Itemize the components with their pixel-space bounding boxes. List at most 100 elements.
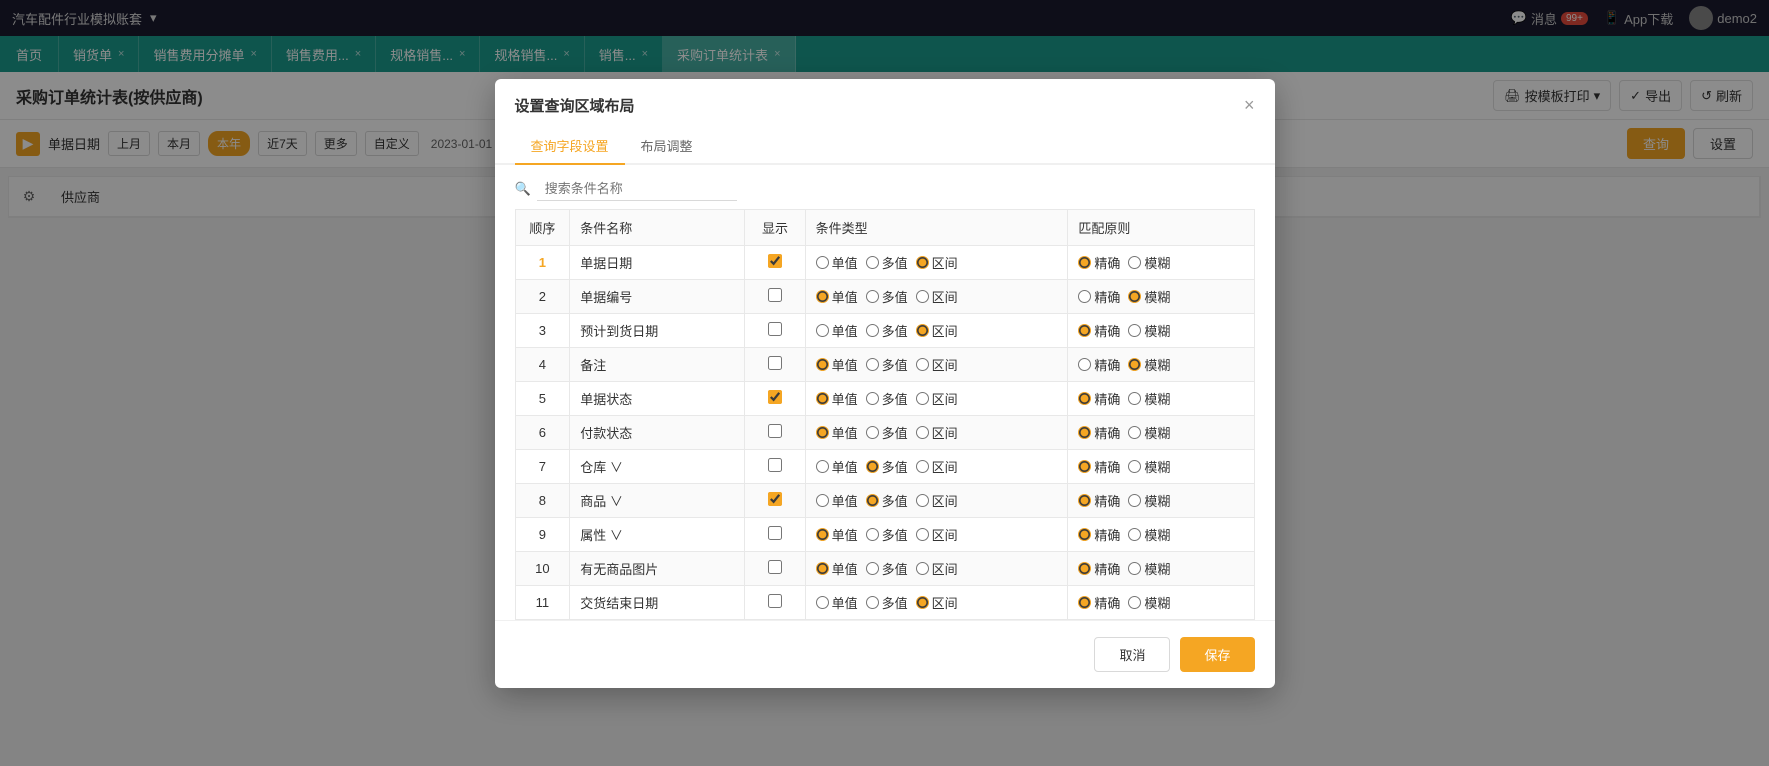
type-radio-区间[interactable]: 区间 xyxy=(916,491,958,510)
match-radio-模糊[interactable]: 模糊 xyxy=(1128,321,1170,340)
cell-match[interactable]: 精确模糊 xyxy=(1068,381,1254,415)
cell-type[interactable]: 单值多值区间 xyxy=(805,279,1068,313)
match-radio-模糊[interactable]: 模糊 xyxy=(1128,559,1170,578)
match-radio-模糊[interactable]: 模糊 xyxy=(1128,525,1170,544)
type-radio-单值[interactable]: 单值 xyxy=(816,321,858,340)
type-radio-区间[interactable]: 区间 xyxy=(916,423,958,442)
modal-tab-layout-adjust[interactable]: 布局调整 xyxy=(625,128,709,165)
cell-match[interactable]: 精确模糊 xyxy=(1068,347,1254,381)
cell-type[interactable]: 单值多值区间 xyxy=(805,551,1068,585)
cell-match[interactable]: 精确模糊 xyxy=(1068,483,1254,517)
save-button[interactable]: 保存 xyxy=(1180,637,1254,672)
cell-match[interactable]: 精确模糊 xyxy=(1068,449,1254,483)
cell-match[interactable]: 精确模糊 xyxy=(1068,415,1254,449)
type-radio-多值[interactable]: 多值 xyxy=(866,559,908,578)
match-radio-模糊[interactable]: 模糊 xyxy=(1128,287,1170,306)
type-radio-多值[interactable]: 多值 xyxy=(866,253,908,272)
match-radio-模糊[interactable]: 模糊 xyxy=(1128,355,1170,374)
type-radio-单值[interactable]: 单值 xyxy=(816,287,858,306)
type-radio-多值[interactable]: 多值 xyxy=(866,491,908,510)
cell-match[interactable]: 精确模糊 xyxy=(1068,245,1254,279)
cancel-button[interactable]: 取消 xyxy=(1094,637,1170,672)
type-radio-区间[interactable]: 区间 xyxy=(916,389,958,408)
match-radio-精确[interactable]: 精确 xyxy=(1078,593,1120,612)
cell-match[interactable]: 精确模糊 xyxy=(1068,585,1254,619)
cell-type[interactable]: 单值多值区间 xyxy=(805,347,1068,381)
type-radio-区间[interactable]: 区间 xyxy=(916,355,958,374)
match-radio-精确[interactable]: 精确 xyxy=(1078,525,1120,544)
match-radio-精确[interactable]: 精确 xyxy=(1078,321,1120,340)
type-radio-单值[interactable]: 单值 xyxy=(816,423,858,442)
cell-type[interactable]: 单值多值区间 xyxy=(805,313,1068,347)
type-radio-单值[interactable]: 单值 xyxy=(816,593,858,612)
cell-display[interactable] xyxy=(745,381,805,415)
cell-type[interactable]: 单值多值区间 xyxy=(805,415,1068,449)
match-radio-模糊[interactable]: 模糊 xyxy=(1128,423,1170,442)
type-radio-多值[interactable]: 多值 xyxy=(866,355,908,374)
match-radio-精确[interactable]: 精确 xyxy=(1078,287,1120,306)
match-radio-精确[interactable]: 精确 xyxy=(1078,491,1120,510)
type-radio-区间[interactable]: 区间 xyxy=(916,253,958,272)
cell-display[interactable] xyxy=(745,245,805,279)
cell-display[interactable] xyxy=(745,517,805,551)
display-checkbox-10[interactable] xyxy=(768,594,782,608)
display-checkbox-9[interactable] xyxy=(768,560,782,574)
type-radio-单值[interactable]: 单值 xyxy=(816,491,858,510)
type-radio-区间[interactable]: 区间 xyxy=(916,321,958,340)
modal-overlay[interactable]: 设置查询区域布局 × 查询字段设置 布局调整 🔍 顺序 条件名称 xyxy=(0,0,1769,766)
match-radio-精确[interactable]: 精确 xyxy=(1078,457,1120,476)
display-checkbox-5[interactable] xyxy=(768,424,782,438)
cell-display[interactable] xyxy=(745,483,805,517)
match-radio-精确[interactable]: 精确 xyxy=(1078,423,1120,442)
display-checkbox-1[interactable] xyxy=(768,288,782,302)
match-radio-模糊[interactable]: 模糊 xyxy=(1128,593,1170,612)
type-radio-单值[interactable]: 单值 xyxy=(816,559,858,578)
match-radio-模糊[interactable]: 模糊 xyxy=(1128,389,1170,408)
cell-display[interactable] xyxy=(745,551,805,585)
match-radio-模糊[interactable]: 模糊 xyxy=(1128,457,1170,476)
type-radio-多值[interactable]: 多值 xyxy=(866,525,908,544)
cell-match[interactable]: 精确模糊 xyxy=(1068,551,1254,585)
type-radio-区间[interactable]: 区间 xyxy=(916,593,958,612)
match-radio-模糊[interactable]: 模糊 xyxy=(1128,491,1170,510)
cell-display[interactable] xyxy=(745,415,805,449)
type-radio-单值[interactable]: 单值 xyxy=(816,253,858,272)
match-radio-精确[interactable]: 精确 xyxy=(1078,355,1120,374)
type-radio-单值[interactable]: 单值 xyxy=(816,525,858,544)
cell-type[interactable]: 单值多值区间 xyxy=(805,517,1068,551)
cell-display[interactable] xyxy=(745,279,805,313)
cell-match[interactable]: 精确模糊 xyxy=(1068,313,1254,347)
cell-type[interactable]: 单值多值区间 xyxy=(805,483,1068,517)
type-radio-区间[interactable]: 区间 xyxy=(916,287,958,306)
type-radio-单值[interactable]: 单值 xyxy=(816,355,858,374)
type-radio-多值[interactable]: 多值 xyxy=(866,321,908,340)
cell-display[interactable] xyxy=(745,585,805,619)
type-radio-区间[interactable]: 区间 xyxy=(916,559,958,578)
cell-match[interactable]: 精确模糊 xyxy=(1068,517,1254,551)
cell-display[interactable] xyxy=(745,313,805,347)
cell-display[interactable] xyxy=(745,347,805,381)
type-radio-区间[interactable]: 区间 xyxy=(916,457,958,476)
display-checkbox-4[interactable] xyxy=(768,390,782,404)
match-radio-精确[interactable]: 精确 xyxy=(1078,389,1120,408)
modal-tab-field-settings[interactable]: 查询字段设置 xyxy=(515,128,625,165)
type-radio-单值[interactable]: 单值 xyxy=(816,457,858,476)
modal-close-button[interactable]: × xyxy=(1244,95,1255,116)
match-radio-精确[interactable]: 精确 xyxy=(1078,253,1120,272)
cell-type[interactable]: 单值多值区间 xyxy=(805,585,1068,619)
type-radio-单值[interactable]: 单值 xyxy=(816,389,858,408)
search-input[interactable] xyxy=(537,177,737,201)
match-radio-精确[interactable]: 精确 xyxy=(1078,559,1120,578)
display-checkbox-0[interactable] xyxy=(768,254,782,268)
cell-display[interactable] xyxy=(745,449,805,483)
display-checkbox-7[interactable] xyxy=(768,492,782,506)
display-checkbox-8[interactable] xyxy=(768,526,782,540)
cell-type[interactable]: 单值多值区间 xyxy=(805,449,1068,483)
cell-match[interactable]: 精确模糊 xyxy=(1068,279,1254,313)
match-radio-模糊[interactable]: 模糊 xyxy=(1128,253,1170,272)
display-checkbox-2[interactable] xyxy=(768,322,782,336)
type-radio-多值[interactable]: 多值 xyxy=(866,389,908,408)
display-checkbox-6[interactable] xyxy=(768,458,782,472)
type-radio-区间[interactable]: 区间 xyxy=(916,525,958,544)
type-radio-多值[interactable]: 多值 xyxy=(866,593,908,612)
